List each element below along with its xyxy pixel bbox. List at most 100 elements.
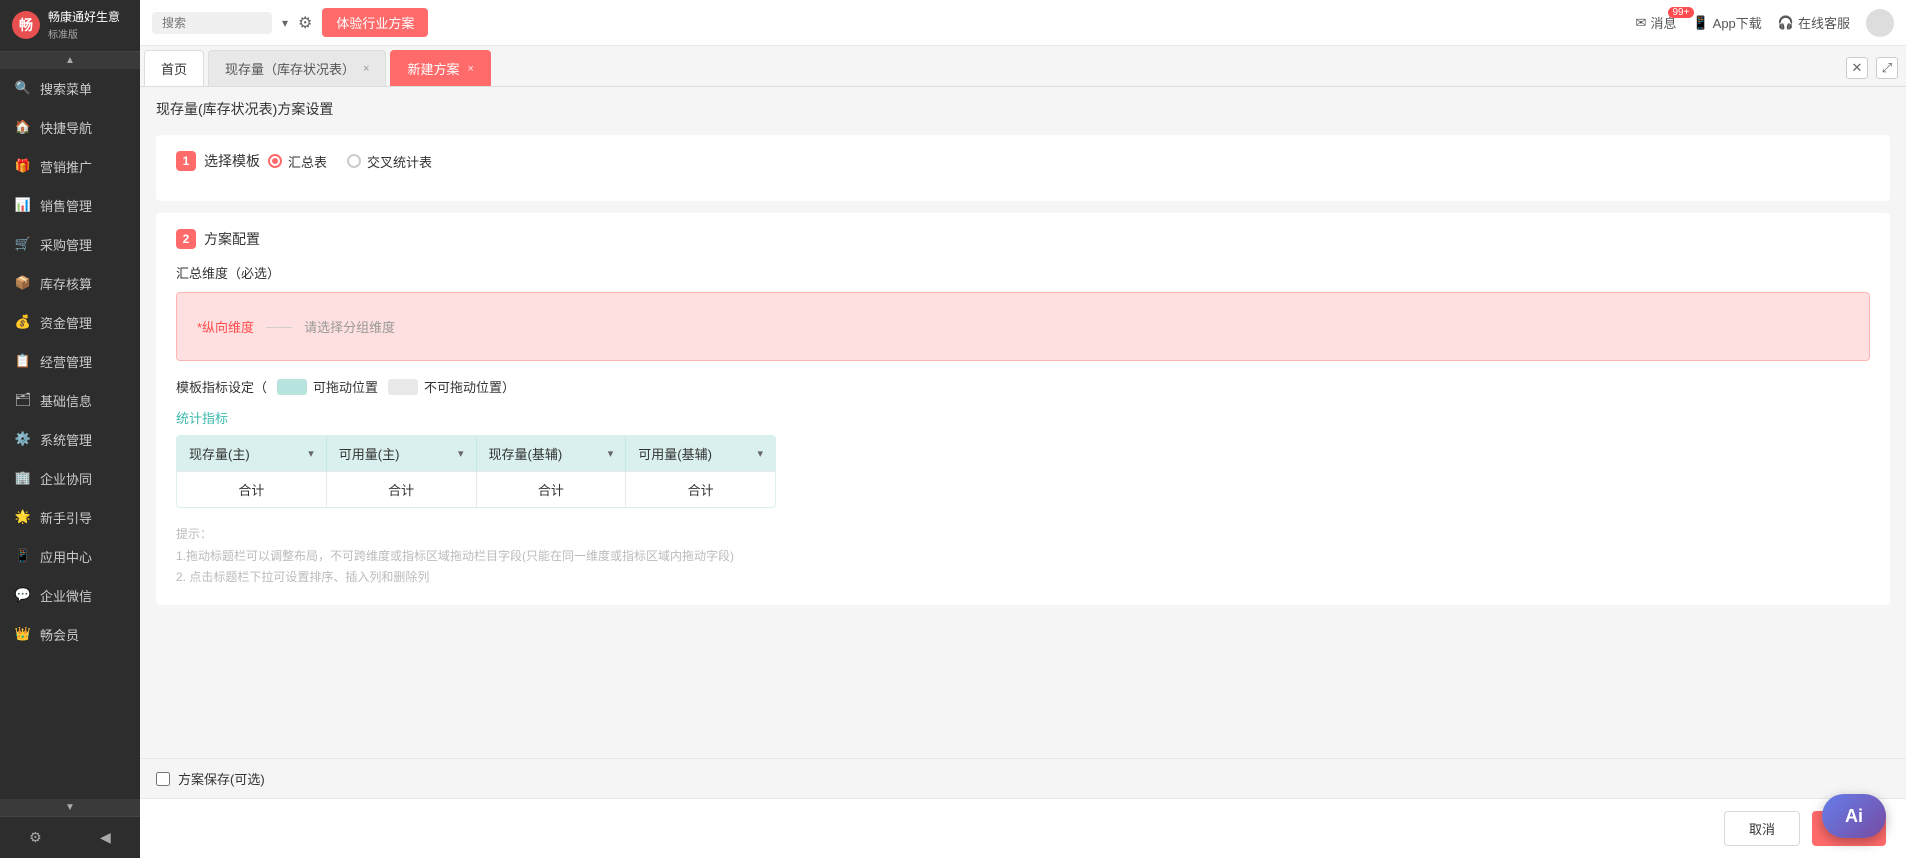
indicator-settings: 模板指标设定（ 可拖动位置 不可拖动位置） 统计指标 现存量(主 [176, 377, 1870, 589]
app-download-button[interactable]: 📱 App下载 [1692, 13, 1761, 32]
sidebar-item-quick-nav[interactable]: 🏠 快捷导航 [0, 108, 140, 147]
save-label: 方案保存(可选) [178, 769, 265, 788]
sidebar: 畅 畅康通好生意 标准版 ▲ 🔍 搜索菜单 🏠 快捷导航 🎁 营销推广 📊 销售… [0, 0, 140, 858]
save-checkbox[interactable] [156, 772, 170, 786]
expand-tab-button[interactable]: ⤢ [1876, 57, 1898, 79]
sidebar-item-finance-label: 资金管理 [40, 313, 92, 332]
sidebar-collapse-button[interactable]: ◀ [92, 825, 119, 850]
radio-cross[interactable]: 交叉统计表 [347, 152, 432, 171]
sidebar-item-corp-label: 企业协同 [40, 469, 92, 488]
stats-data-2: 合计 [327, 472, 477, 507]
sidebar-item-sales[interactable]: 📊 销售管理 [0, 186, 140, 225]
sidebar-item-search[interactable]: 🔍 搜索菜单 [0, 69, 140, 108]
tab-inventory-label: 现存量（库存状况表） [225, 59, 355, 78]
topbar-dropdown-button[interactable]: ▾ [282, 16, 288, 30]
sidebar-item-search-label: 搜索菜单 [40, 79, 92, 98]
indicator-settings-label: 模板指标设定（ [176, 377, 267, 396]
legend-non-draggable: 不可拖动位置） [388, 377, 515, 396]
dimension-box[interactable]: *纵向维度 —— 请选择分组维度 [176, 292, 1870, 361]
stats-col-2[interactable]: 可用量(主) ▾ [327, 436, 477, 471]
sidebar-item-corp[interactable]: 🏢 企业协同 [0, 459, 140, 498]
messages-button[interactable]: ✉ 消息 99+ [1636, 13, 1677, 32]
stats-col-2-label: 可用量(主) [339, 444, 400, 463]
cancel-button[interactable]: 取消 [1724, 811, 1800, 846]
chevron-down-icon-3: ▾ [608, 447, 614, 460]
non-draggable-legend-label: 不可拖动位置） [424, 377, 515, 396]
user-avatar[interactable] [1866, 9, 1894, 37]
radio-cross-label: 交叉统计表 [367, 152, 432, 171]
sidebar-item-apps[interactable]: 📱 应用中心 [0, 537, 140, 576]
sidebar-item-system-label: 系统管理 [40, 430, 92, 449]
tip-2: 2. 点击标题栏下拉可设置排序、插入列和删除列 [176, 567, 1870, 589]
home-icon: 🏠 [14, 118, 32, 136]
sidebar-item-basic-label: 基础信息 [40, 391, 92, 410]
sidebar-item-basic[interactable]: 🗂 基础信息 [0, 381, 140, 420]
gift-icon: 🎁 [14, 157, 32, 175]
sidebar-item-member-label: 畅会员 [40, 625, 79, 644]
app-name: 畅康通好生意 [48, 10, 120, 26]
sidebar-item-marketing-label: 营销推广 [40, 157, 92, 176]
stats-col-3[interactable]: 现存量(基辅) ▾ [477, 436, 627, 471]
stats-col-4[interactable]: 可用量(基辅) ▾ [626, 436, 775, 471]
topbar-left: ▾ ⚙ 体验行业方案 [152, 8, 428, 37]
radio-cross-dot [347, 154, 361, 168]
sidebar-nav: 🔍 搜索菜单 🏠 快捷导航 🎁 营销推广 📊 销售管理 🛒 采购管理 📦 库存核… [0, 69, 140, 799]
trial-button[interactable]: 体验行业方案 [322, 8, 428, 37]
radio-summary[interactable]: 汇总表 [268, 152, 327, 171]
phone-icon: 📱 [14, 547, 32, 565]
search-icon: 🔍 [14, 79, 32, 97]
sidebar-item-inventory-label: 库存核算 [40, 274, 92, 293]
sidebar-item-member[interactable]: 👑 畅会员 [0, 615, 140, 654]
chevron-down-icon-2: ▾ [458, 447, 464, 460]
tab-new-plan-label: 新建方案 [407, 59, 459, 78]
stats-section-title: 统计指标 [176, 408, 1870, 427]
chevron-down-icon-1: ▾ [308, 447, 314, 460]
radio-summary-dot [268, 154, 282, 168]
cart-icon: 🛒 [14, 235, 32, 253]
section1-title: 选择模板 [204, 151, 260, 171]
ai-bubble[interactable]: Ai [1822, 794, 1886, 838]
download-icon: 📱 [1692, 15, 1708, 31]
stats-data-3: 合计 [477, 472, 627, 507]
topbar-right: ✉ 消息 99+ 📱 App下载 🎧 在线客服 [1636, 9, 1894, 37]
tab-home-label: 首页 [161, 59, 187, 78]
sidebar-item-apps-label: 应用中心 [40, 547, 92, 566]
topbar-gear-icon[interactable]: ⚙ [298, 13, 312, 33]
stats-table: 现存量(主) ▾ 可用量(主) ▾ 现存量(基辅) ▾ 可用量(基辅) [176, 435, 776, 508]
stats-col-1[interactable]: 现存量(主) ▾ [177, 436, 327, 471]
stats-data-1: 合计 [177, 472, 327, 507]
close-tab-button[interactable]: ✕ [1846, 57, 1868, 79]
tab-inventory-close-icon[interactable]: × [363, 63, 369, 75]
folder-icon: 🗂 [14, 391, 32, 409]
legend-draggable: 可拖动位置 [277, 377, 378, 396]
tip-label: 提示： [176, 524, 1870, 546]
tab-new-plan[interactable]: 新建方案 × [390, 50, 490, 86]
tab-inventory[interactable]: 现存量（库存状况表） × [208, 50, 386, 86]
sidebar-item-purchase-label: 采购管理 [40, 235, 92, 254]
sidebar-item-inventory[interactable]: 📦 库存核算 [0, 264, 140, 303]
sidebar-item-finance[interactable]: 💰 资金管理 [0, 303, 140, 342]
stats-col-3-label: 现存量(基辅) [489, 444, 563, 463]
star-icon: 🌟 [14, 508, 32, 526]
topbar-search-input[interactable] [152, 12, 272, 34]
section-plan-config: 2 方案配置 汇总维度（必选） *纵向维度 —— 请选择分组维度 模板指标设定（… [156, 213, 1890, 605]
sidebar-item-system[interactable]: ⚙️ 系统管理 [0, 420, 140, 459]
sidebar-scroll-down[interactable]: ▼ [0, 799, 140, 816]
section-select-template: 1 选择模板 汇总表 交叉统计表 [156, 135, 1890, 201]
sidebar-item-business[interactable]: 📋 经营管理 [0, 342, 140, 381]
sidebar-item-purchase[interactable]: 🛒 采购管理 [0, 225, 140, 264]
sidebar-scroll-up[interactable]: ▲ [0, 52, 140, 69]
sidebar-settings-button[interactable]: ⚙ [21, 825, 50, 850]
sidebar-item-marketing[interactable]: 🎁 营销推广 [0, 147, 140, 186]
sidebar-item-newbie[interactable]: 🌟 新手引导 [0, 498, 140, 537]
tip-1: 1.拖动标题栏可以调整布局，不可跨维度或指标区域拖动栏目字段(只能在同一维度或指… [176, 546, 1870, 568]
tips-section: 提示： 1.拖动标题栏可以调整布局，不可跨维度或指标区域拖动栏目字段(只能在同一… [176, 524, 1870, 589]
section1-header: 1 选择模板 汇总表 交叉统计表 [176, 151, 1870, 171]
tab-home[interactable]: 首页 [144, 50, 204, 86]
online-service-button[interactable]: 🎧 在线客服 [1778, 13, 1850, 32]
tab-new-plan-close-icon[interactable]: × [467, 63, 473, 75]
sidebar-item-business-label: 经营管理 [40, 352, 92, 371]
sidebar-item-quick-nav-label: 快捷导航 [40, 118, 92, 137]
dimension-placeholder: 请选择分组维度 [304, 317, 395, 336]
sidebar-item-wechat[interactable]: 💬 企业微信 [0, 576, 140, 615]
